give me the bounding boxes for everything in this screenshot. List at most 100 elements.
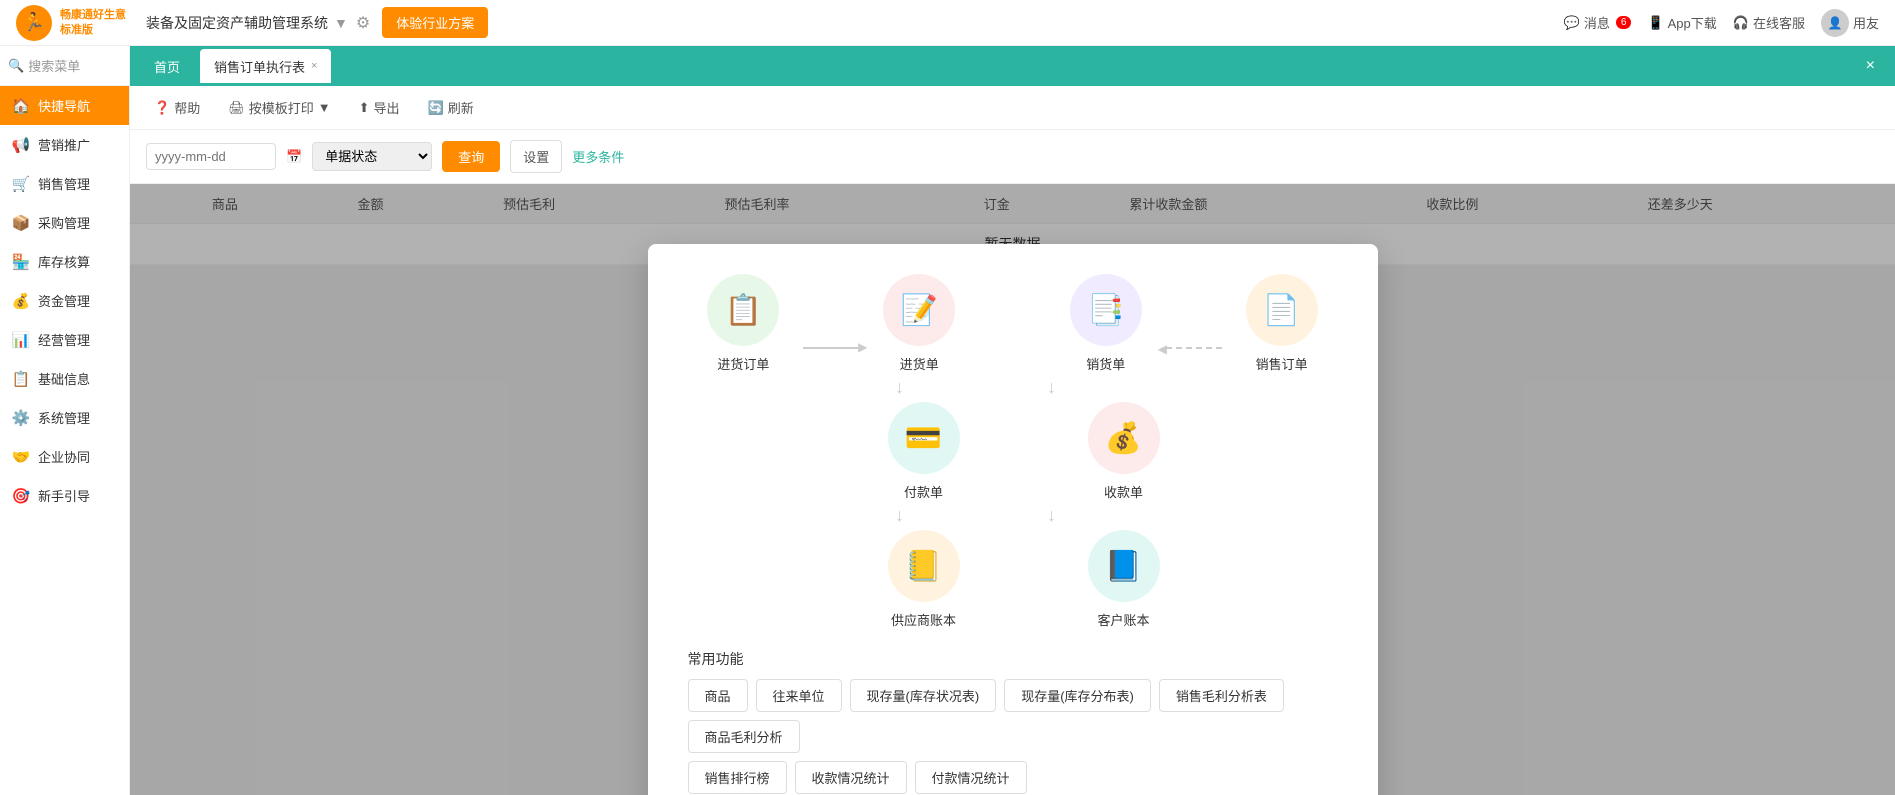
message-badge: 6 (1616, 16, 1632, 29)
common-functions: 常用功能 商品 往来单位 现存量(库存状况表) 现存量(库存分布表) 销售毛利分… (688, 649, 1338, 794)
func-btn-product[interactable]: 商品 (688, 679, 748, 712)
app-download-button[interactable]: 📱 App下载 (1647, 13, 1716, 32)
customer-ledger-icon: 📘 (1088, 530, 1160, 602)
node-purchase-order[interactable]: 📋 进货订单 (688, 274, 800, 373)
avatar: 👤 (1821, 9, 1849, 37)
main-area: 🔍 搜索菜单 🏠 快捷导航 📢 营销推广 🛒 销售管理 📦 采购管理 (0, 46, 1895, 795)
sidebar-item-system[interactable]: ⚙️ 系统管理 (0, 398, 129, 437)
sidebar-item-marketing[interactable]: 📢 营销推广 (0, 125, 129, 164)
func-btn-contacts[interactable]: 往来单位 (756, 679, 842, 712)
func-btn-product-gross[interactable]: 商品毛利分析 (688, 720, 800, 753)
func-btn-payment-stats[interactable]: 付款情况统计 (915, 761, 1027, 794)
print-button[interactable]: 🖨 按模板打印 ▼ (220, 94, 338, 121)
func-btn-receipt-stats[interactable]: 收款情况统计 (795, 761, 907, 794)
app-icon: 📱 (1647, 15, 1663, 31)
home-icon: 🏠 (12, 97, 30, 115)
basic-icon: 📋 (12, 370, 30, 388)
func-btn-sales-rank[interactable]: 销售排行榜 (688, 761, 787, 794)
sidebar-item-beginner[interactable]: 🎯 新手引导 (0, 476, 129, 515)
func-btn-sales-gross[interactable]: 销售毛利分析表 (1159, 679, 1284, 712)
common-funcs-title: 常用功能 (688, 649, 1338, 669)
calendar-icon: 📅 (286, 149, 302, 165)
message-icon: 💬 (1564, 15, 1580, 31)
user-menu[interactable]: 👤 用友 (1821, 9, 1879, 37)
func-btn-stock-status[interactable]: 现存量(库存状况表) (850, 679, 997, 712)
brand-text: 畅康通好生意 标准版 (60, 8, 126, 37)
node-payment-bill[interactable]: 💳 付款单 (864, 402, 984, 501)
query-button[interactable]: 查询 (442, 141, 500, 172)
node-customer-ledger[interactable]: 📘 客户账本 (1064, 530, 1184, 629)
receipt-bill-icon: 💰 (1088, 402, 1160, 474)
func-btn-stock-dist[interactable]: 现存量(库存分布表) (1004, 679, 1151, 712)
purchase-bill-icon: 📝 (883, 274, 955, 346)
modal-overlay: 📋 进货订单 ▶ (130, 184, 1895, 795)
modal-dialog: 📋 进货订单 ▶ (648, 244, 1378, 795)
supplier-ledger-icon: 📒 (888, 530, 960, 602)
refresh-button[interactable]: 🔄 刷新 (420, 94, 482, 121)
help-icon: ❓ (154, 100, 170, 116)
sidebar-item-purchase[interactable]: 📦 采购管理 (0, 203, 129, 242)
export-icon: ⬆ (359, 100, 370, 116)
service-icon: 🎧 (1733, 15, 1749, 31)
purchase-icon: 📦 (12, 214, 30, 232)
enterprise-icon: 🤝 (12, 448, 30, 466)
sidebar-item-finance[interactable]: 💰 资金管理 (0, 281, 129, 320)
tab-close-icon[interactable]: × (311, 60, 317, 72)
message-button[interactable]: 💬 消息 6 (1564, 13, 1632, 32)
top-right-area: 💬 消息 6 📱 App下载 🎧 在线客服 👤 用友 (1564, 9, 1879, 37)
sidebar-item-inventory[interactable]: 🏪 库存核算 (0, 242, 129, 281)
finance-icon: 💰 (12, 292, 30, 310)
inventory-icon: 🏪 (12, 253, 30, 271)
print-icon: 🖨 (228, 100, 245, 116)
tab-bar: 首页 销售订单执行表 × × (130, 46, 1895, 86)
marketing-icon: 📢 (12, 136, 30, 154)
node-purchase-bill[interactable]: 📝 进货单 (863, 274, 975, 373)
refresh-icon: 🔄 (428, 100, 444, 116)
logo-icon: 🏃 (16, 5, 52, 41)
content-toolbar: ❓ 帮助 🖨 按模板打印 ▼ ⬆ 导出 🔄 刷新 (130, 86, 1895, 130)
settings-icon[interactable]: ⚙ (356, 13, 370, 33)
node-receipt-bill[interactable]: 💰 收款单 (1064, 402, 1184, 501)
date-start-input[interactable] (146, 143, 276, 170)
settings-button[interactable]: 设置 (510, 140, 562, 173)
tab-home[interactable]: 首页 (138, 46, 196, 86)
sidebar-item-operations[interactable]: 📊 经营管理 (0, 320, 129, 359)
func-buttons-row1: 商品 往来单位 现存量(库存状况表) 现存量(库存分布表) 销售毛利分析表 商品… (688, 679, 1338, 753)
sidebar-search[interactable]: 🔍 搜索菜单 (0, 46, 129, 86)
purchase-order-icon: 📋 (707, 274, 779, 346)
more-conditions-link[interactable]: 更多条件 (572, 147, 624, 166)
sales-bill-icon: 📑 (1070, 274, 1142, 346)
node-sales-bill[interactable]: 📑 销货单 (1050, 274, 1162, 373)
flow-diagram: 📋 进货订单 ▶ (688, 274, 1338, 629)
sidebar-item-quick-nav[interactable]: 🏠 快捷导航 (0, 86, 129, 125)
help-button[interactable]: ❓ 帮助 (146, 94, 208, 121)
online-service-button[interactable]: 🎧 在线客服 (1733, 13, 1805, 32)
sidebar: 🔍 搜索菜单 🏠 快捷导航 📢 营销推广 🛒 销售管理 📦 采购管理 (0, 46, 130, 795)
app-container: 🏃 畅康通好生意 标准版 装备及固定资产辅助管理系统 ▼ ⚙ 体验行业方案 💬 … (0, 0, 1895, 795)
page-content: 商品 金额 预估毛利 预估毛利率 订金 累计收款金额 收款比例 还差多少天 (130, 184, 1895, 795)
payment-bill-icon: 💳 (888, 402, 960, 474)
modal-content: 📋 进货订单 ▶ (648, 244, 1378, 795)
sidebar-item-sales[interactable]: 🛒 销售管理 (0, 164, 129, 203)
title-dropdown-icon[interactable]: ▼ (334, 15, 348, 31)
system-icon: ⚙️ (12, 409, 30, 427)
search-icon: 🔍 (8, 58, 24, 74)
content-wrapper: ❓ 帮助 🖨 按模板打印 ▼ ⬆ 导出 🔄 刷新 (130, 86, 1895, 795)
top-bar: 🏃 畅康通好生意 标准版 装备及固定资产辅助管理系统 ▼ ⚙ 体验行业方案 💬 … (0, 0, 1895, 46)
operations-icon: 📊 (12, 331, 30, 349)
print-dropdown-icon: ▼ (318, 100, 331, 115)
tab-sales-order[interactable]: 销售订单执行表 × (200, 49, 331, 83)
beginner-icon: 🎯 (12, 487, 30, 505)
sidebar-item-basic[interactable]: 📋 基础信息 (0, 359, 129, 398)
node-sales-order[interactable]: 📄 销售订单 (1226, 274, 1338, 373)
sales-icon: 🛒 (12, 175, 30, 193)
content-area: 首页 销售订单执行表 × × ❓ 帮助 🖨 按模板打印 ▼ (130, 46, 1895, 795)
trial-button[interactable]: 体验行业方案 (382, 7, 488, 38)
status-select[interactable]: 单据状态 (312, 142, 432, 171)
search-bar: 📅 单据状态 查询 设置 更多条件 (130, 130, 1895, 184)
logo-area: 🏃 畅康通好生意 标准版 (16, 5, 146, 41)
node-supplier-ledger[interactable]: 📒 供应商账本 (864, 530, 984, 629)
window-close-icon[interactable]: × (1854, 57, 1887, 75)
sidebar-item-enterprise[interactable]: 🤝 企业协同 (0, 437, 129, 476)
export-button[interactable]: ⬆ 导出 (351, 94, 408, 121)
